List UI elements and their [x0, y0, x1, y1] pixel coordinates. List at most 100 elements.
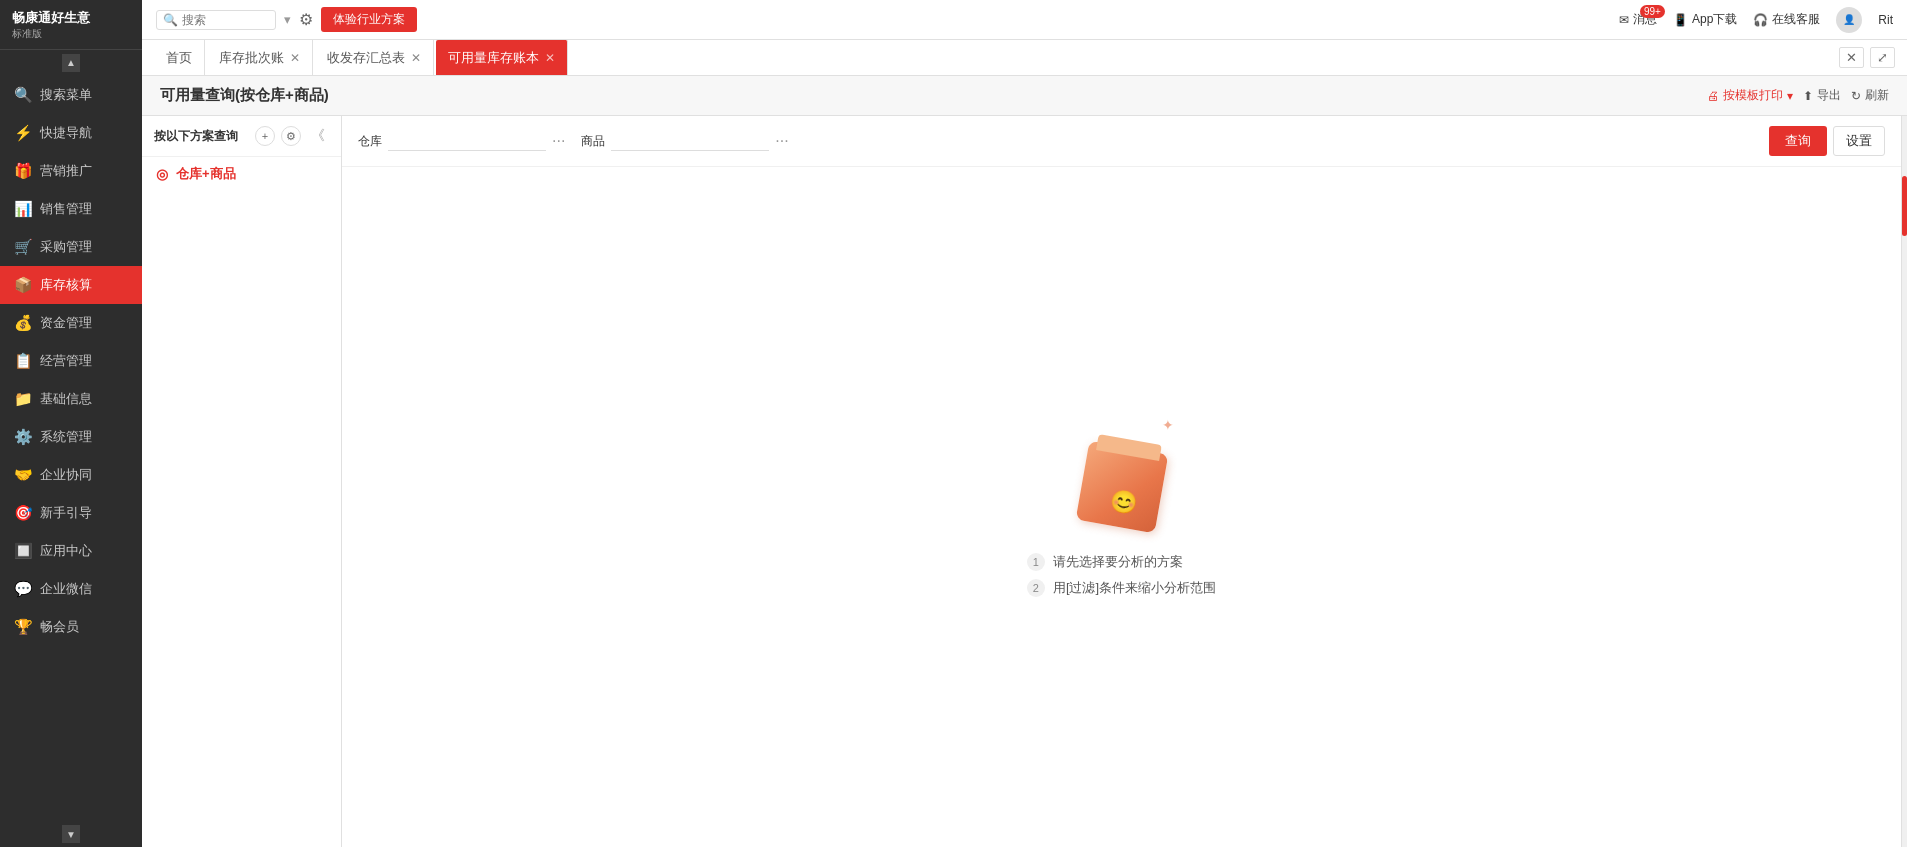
sidebar-item-finance[interactable]: 💰 资金管理 [0, 304, 142, 342]
sidebar-item-label: 应用中心 [40, 542, 92, 560]
sidebar-item-shortcut[interactable]: ⚡ 快捷导航 [0, 114, 142, 152]
tab-close-all-button[interactable]: ✕ [1839, 47, 1864, 68]
page-header: 可用量查询(按仓库+商品) 🖨 按模板打印 ▾ ⬆ 导出 ↻ 刷新 [142, 76, 1907, 116]
filter-actions: 查询 设置 [1769, 126, 1885, 156]
warehouse-filter-input[interactable] [388, 132, 546, 151]
scheme-item-label: 仓库+商品 [176, 165, 236, 183]
tab-batch[interactable]: 库存批次账 ✕ [207, 40, 313, 75]
gear-settings-icon[interactable]: ⚙ [299, 10, 313, 29]
sidebar-item-sales[interactable]: 📊 销售管理 [0, 190, 142, 228]
column-settings-button[interactable]: 设置 [1833, 126, 1885, 156]
tab-available[interactable]: 可用量库存账本 ✕ [436, 40, 568, 75]
tab-expand-button[interactable]: ⤢ [1870, 47, 1895, 68]
sidebar-item-label: 库存核算 [40, 276, 92, 294]
sidebar-item-enterprise[interactable]: 🤝 企业协同 [0, 456, 142, 494]
sidebar-scroll-controls: ▲ [0, 50, 142, 76]
refresh-button[interactable]: ↻ 刷新 [1851, 87, 1889, 104]
topbar-search-box[interactable]: 🔍 [156, 10, 276, 30]
sidebar-scroll-controls-bottom: ▼ [0, 821, 142, 847]
sidebar-item-newbie[interactable]: 🎯 新手引导 [0, 494, 142, 532]
sidebar-item-system[interactable]: ⚙️ 系统管理 [0, 418, 142, 456]
tab-available-label: 可用量库存账本 [448, 49, 539, 67]
sidebar-item-apps[interactable]: 🔲 应用中心 [0, 532, 142, 570]
sidebar-item-label: 畅会员 [40, 618, 79, 636]
sidebar-item-label: 资金管理 [40, 314, 92, 332]
sidebar-item-purchase[interactable]: 🛒 采购管理 [0, 228, 142, 266]
topbar-search-input[interactable] [182, 13, 262, 27]
empty-hint-2-text: 用[过滤]条件来缩小分析范围 [1053, 579, 1216, 597]
phone-icon: 📱 [1673, 13, 1688, 27]
sidebar-item-inventory[interactable]: 📦 库存核算 [0, 266, 142, 304]
tabs-bar: 首页 库存批次账 ✕ 收发存汇总表 ✕ 可用量库存账本 ✕ ✕ ⤢ [142, 40, 1907, 76]
online-service-button[interactable]: 🎧 在线客服 [1753, 11, 1820, 28]
scheme-item-warehouse-goods[interactable]: ◎ 仓库+商品 [142, 157, 341, 191]
sidebar-item-weixin[interactable]: 💬 企业微信 [0, 570, 142, 608]
sidebar-header: 畅康通好生意 标准版 [0, 0, 142, 50]
message-icon: ✉ [1619, 13, 1629, 27]
tab-summary[interactable]: 收发存汇总表 ✕ [315, 40, 434, 75]
gear-icon: ⚙️ [14, 428, 32, 446]
tab-home-label: 首页 [166, 49, 192, 67]
left-panel-title: 按以下方案查询 [154, 128, 249, 145]
goods-filter-input[interactable] [611, 132, 769, 151]
tab-summary-label: 收发存汇总表 [327, 49, 405, 67]
print-chevron-icon: ▾ [1787, 89, 1793, 103]
sidebar-scroll: 🔍 搜索菜单 ⚡ 快捷导航 🎁 营销推广 📊 销售管理 🛒 采购管理 📦 库存核… [0, 76, 142, 821]
printer-icon: 🖨 [1707, 89, 1719, 103]
trial-button[interactable]: 体验行业方案 [321, 7, 417, 32]
sidebar-item-label: 基础信息 [40, 390, 92, 408]
main-content: 🔍 ▾ ⚙ 体验行业方案 ✉ 消息 99+ 📱 App下载 🎧 在线客服 👤 R… [142, 0, 1907, 847]
app-download-button[interactable]: 📱 App下载 [1673, 11, 1737, 28]
export-button[interactable]: ⬆ 导出 [1803, 87, 1841, 104]
sidebar-scroll-down[interactable]: ▼ [62, 825, 80, 843]
chart-icon: 📊 [14, 200, 32, 218]
clipboard-icon: 📋 [14, 352, 32, 370]
tab-available-close-icon[interactable]: ✕ [545, 51, 555, 65]
query-button[interactable]: 查询 [1769, 126, 1827, 156]
left-panel-header: 按以下方案查询 + ⚙ 《 [142, 116, 341, 157]
message-button[interactable]: ✉ 消息 99+ [1619, 11, 1657, 28]
settings-scheme-button[interactable]: ⚙ [281, 126, 301, 146]
page-header-actions: 🖨 按模板打印 ▾ ⬆ 导出 ↻ 刷新 [1707, 87, 1889, 104]
topbar: 🔍 ▾ ⚙ 体验行业方案 ✉ 消息 99+ 📱 App下载 🎧 在线客服 👤 R… [142, 0, 1907, 40]
tab-batch-label: 库存批次账 [219, 49, 284, 67]
sidebar-scroll-up[interactable]: ▲ [62, 54, 80, 72]
collapse-left-panel-icon[interactable]: 《 [307, 127, 329, 145]
search-icon: 🔍 [163, 13, 178, 27]
sidebar: 畅康通好生意 标准版 ▲ 🔍 搜索菜单 ⚡ 快捷导航 🎁 营销推广 📊 销售管理… [0, 0, 142, 847]
lightning-icon: ⚡ [14, 124, 32, 142]
avatar[interactable]: 👤 [1836, 7, 1862, 33]
warehouse-filter-group: 仓库 ··· [358, 132, 565, 151]
sidebar-item-search[interactable]: 🔍 搜索菜单 [0, 76, 142, 114]
handshake-icon: 🤝 [14, 466, 32, 484]
refresh-label: 刷新 [1865, 87, 1889, 104]
scrollbar-thumb[interactable] [1902, 176, 1907, 236]
tab-summary-close-icon[interactable]: ✕ [411, 51, 421, 65]
cart-icon: 🛒 [14, 238, 32, 256]
sidebar-item-basic[interactable]: 📁 基础信息 [0, 380, 142, 418]
sidebar-item-operations[interactable]: 📋 经营管理 [0, 342, 142, 380]
username: Rit [1878, 13, 1893, 27]
sidebar-item-label: 系统管理 [40, 428, 92, 446]
empty-hint-2: 2 用[过滤]条件来缩小分析范围 [1027, 579, 1216, 597]
tab-batch-close-icon[interactable]: ✕ [290, 51, 300, 65]
goods-filter-more-icon[interactable]: ··· [775, 132, 788, 150]
box-icon: 📦 [14, 276, 32, 294]
print-button[interactable]: 🖨 按模板打印 ▾ [1707, 87, 1793, 104]
sidebar-item-marketing[interactable]: 🎁 营销推广 [0, 152, 142, 190]
refresh-icon: ↻ [1851, 89, 1861, 103]
sidebar-item-label: 新手引导 [40, 504, 92, 522]
add-scheme-button[interactable]: + [255, 126, 275, 146]
tab-home[interactable]: 首页 [154, 40, 205, 75]
empty-sparkle-graphic: ✦ [1162, 417, 1174, 433]
warehouse-filter-more-icon[interactable]: ··· [552, 132, 565, 150]
headset-icon: 🎧 [1753, 13, 1768, 27]
money-icon: 💰 [14, 314, 32, 332]
chat-icon: 💬 [14, 580, 32, 598]
brand-sub: 标准版 [12, 27, 130, 41]
topbar-chevron-down-icon[interactable]: ▾ [284, 12, 291, 27]
empty-hints: 1 请先选择要分析的方案 2 用[过滤]条件来缩小分析范围 [1027, 553, 1216, 597]
sidebar-item-label: 营销推广 [40, 162, 92, 180]
print-label: 按模板打印 [1723, 87, 1783, 104]
sidebar-item-member[interactable]: 🏆 畅会员 [0, 608, 142, 646]
